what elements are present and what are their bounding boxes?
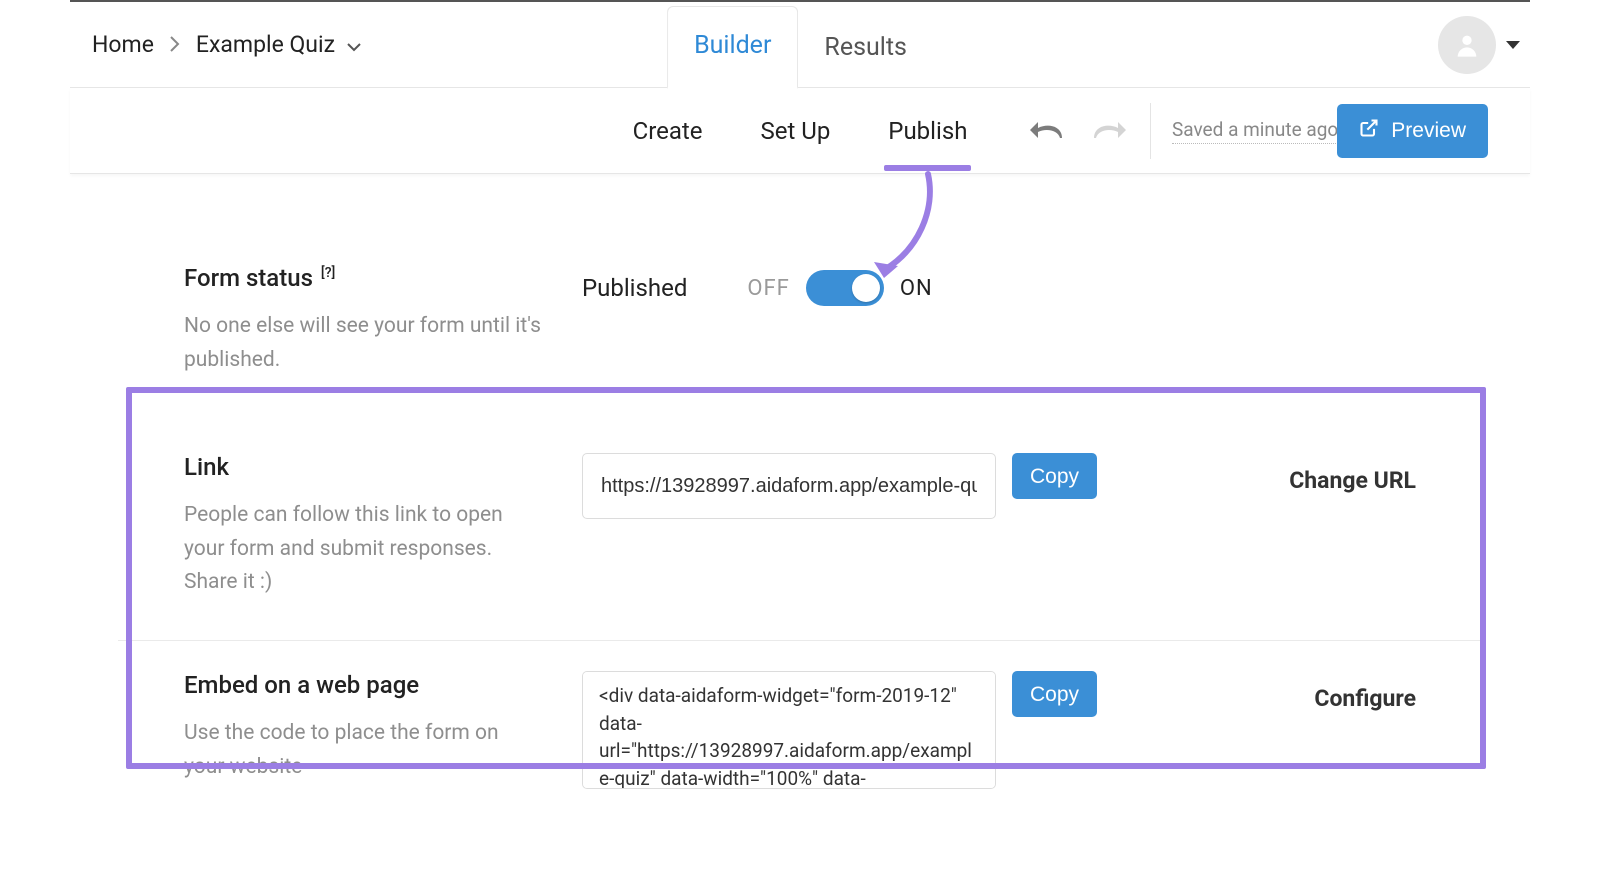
undo-icon[interactable] — [1030, 120, 1064, 142]
subtab-setup[interactable]: Set Up — [760, 91, 830, 171]
preview-label: Preview — [1391, 119, 1466, 143]
chevron-down-icon — [347, 40, 361, 56]
form-status-title-text: Form status — [184, 264, 313, 292]
share-link-input[interactable] — [582, 453, 996, 519]
avatar — [1438, 16, 1496, 74]
embed-code-textarea[interactable]: <div data-aidaform-widget="form-2019-12"… — [582, 671, 996, 789]
section-embed: Embed on a web page Use the code to plac… — [118, 641, 1482, 819]
toolbar: Create Set Up Publish Saved a minute ago… — [70, 88, 1530, 174]
undo-redo-group — [1030, 120, 1126, 142]
toggle-on-label: ON — [900, 276, 933, 301]
help-icon[interactable]: [?] — [321, 265, 335, 281]
configure-embed-action[interactable]: Configure — [1236, 671, 1416, 789]
subtab-create[interactable]: Create — [633, 91, 703, 171]
toggle-off-label: OFF — [747, 276, 789, 301]
section-link: Link People can follow this link to open… — [118, 407, 1482, 641]
main-tabs: Builder Results — [667, 6, 933, 89]
breadcrumb-current[interactable]: Example Quiz — [196, 31, 361, 58]
link-title: Link — [184, 453, 582, 481]
redo-icon[interactable] — [1092, 120, 1126, 142]
publish-page: Form status [?] No one else will see you… — [70, 174, 1530, 859]
external-link-icon — [1359, 118, 1379, 144]
breadcrumb-home[interactable]: Home — [92, 31, 154, 58]
divider — [1150, 103, 1151, 159]
preview-button[interactable]: Preview — [1337, 104, 1488, 158]
tab-builder[interactable]: Builder — [667, 6, 798, 89]
chevron-down-icon — [1506, 41, 1520, 49]
change-url-action[interactable]: Change URL — [1236, 453, 1416, 600]
form-status-description: No one else will see your form until it'… — [184, 310, 544, 377]
chevron-right-icon — [170, 33, 180, 57]
tab-results[interactable]: Results — [798, 9, 933, 89]
publish-toggle[interactable] — [806, 270, 884, 306]
section-form-status: Form status [?] No one else will see you… — [118, 174, 1482, 407]
sub-tabs: Create Set Up Publish — [633, 91, 968, 171]
copy-embed-button[interactable]: Copy — [1012, 671, 1097, 717]
embed-title: Embed on a web page — [184, 671, 582, 699]
saved-status: Saved a minute ago — [1172, 118, 1338, 144]
embed-description: Use the code to place the form on your w… — [184, 717, 544, 784]
copy-link-button[interactable]: Copy — [1012, 453, 1097, 499]
top-bar: Home Example Quiz Builder Results — [70, 0, 1530, 88]
subtab-publish[interactable]: Publish — [888, 91, 967, 171]
form-status-title: Form status [?] — [184, 264, 582, 292]
link-description: People can follow this link to open your… — [184, 499, 544, 600]
breadcrumb-current-label: Example Quiz — [196, 31, 335, 58]
profile-menu[interactable] — [1438, 16, 1520, 74]
breadcrumb: Home Example Quiz — [92, 31, 361, 58]
published-label: Published — [582, 274, 687, 302]
